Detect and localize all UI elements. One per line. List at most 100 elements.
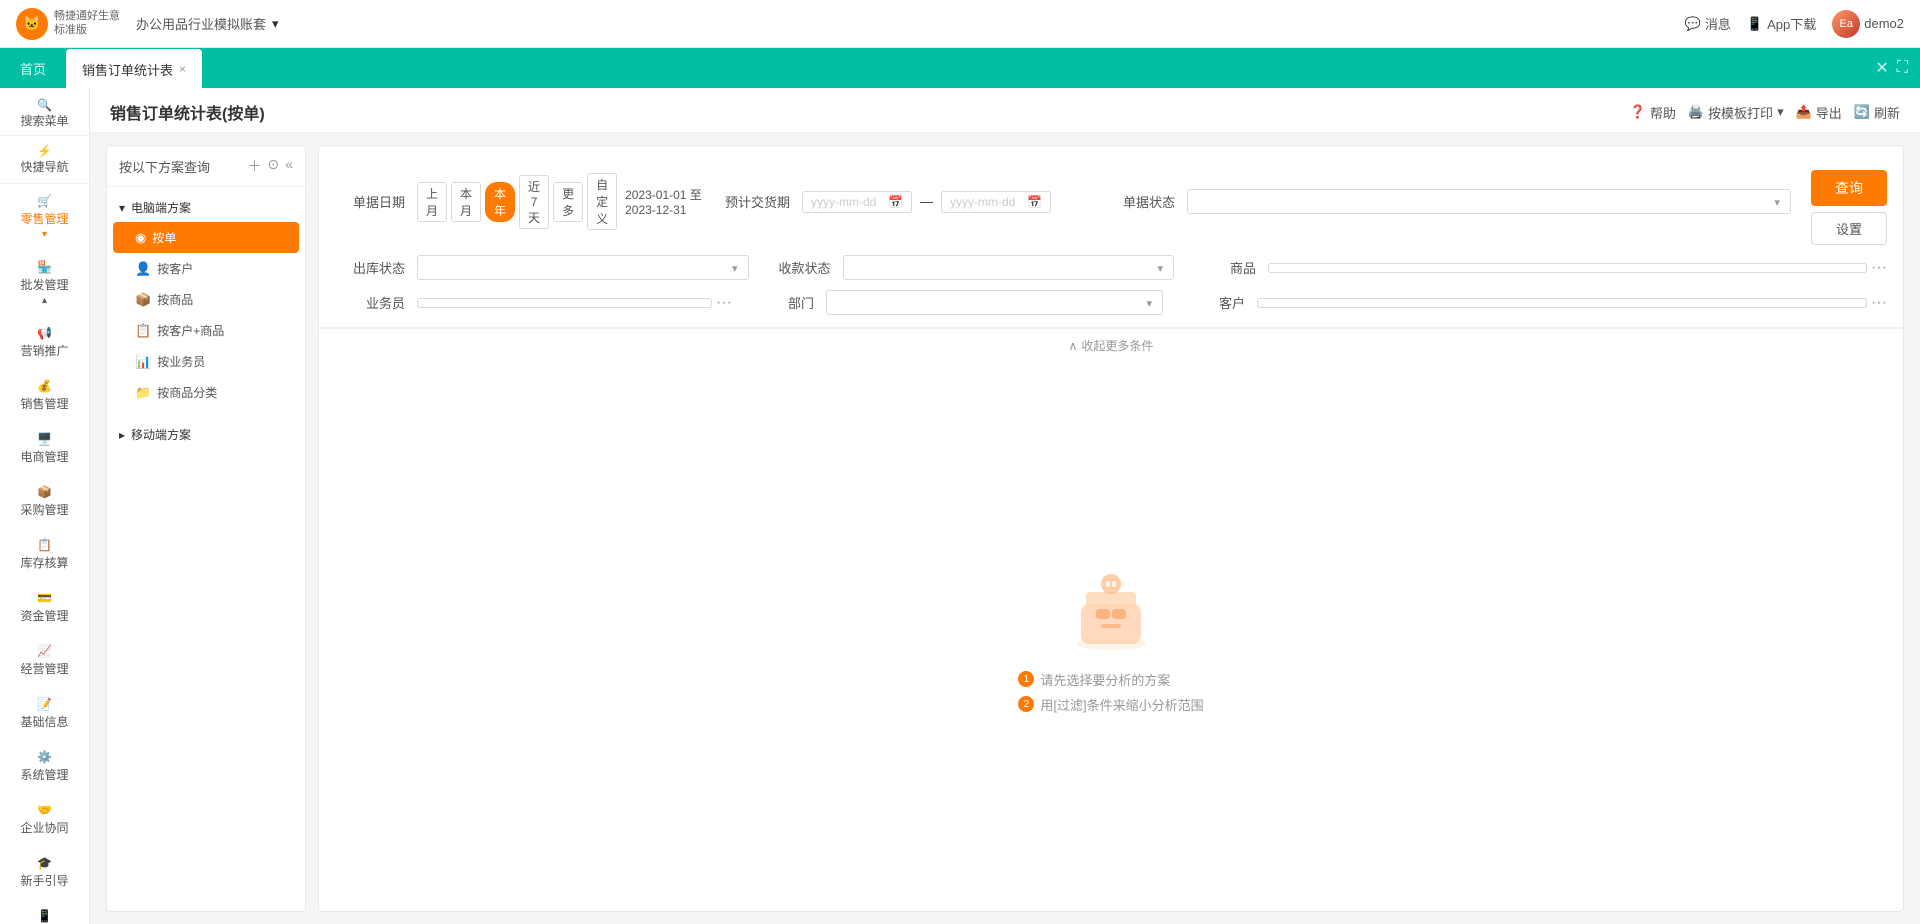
logo-text: 畅捷通好生意 标准版 — [54, 10, 120, 36]
sidebar-item-basicinfo[interactable]: 📝 基础信息 — [0, 687, 89, 740]
sidebar-item-appcenter[interactable]: 📱 应用中心 — [0, 899, 89, 924]
doc-status-select[interactable] — [1187, 189, 1791, 214]
scheme-item-by-category[interactable]: 📁 按商品分类 — [107, 377, 305, 408]
logo: 🐱 畅捷通好生意 标准版 — [16, 8, 120, 40]
scheme-group-desktop-title[interactable]: ▾ 电脑端方案 — [107, 193, 305, 222]
add-scheme-btn[interactable]: ＋ — [247, 156, 261, 176]
system-icon: ⚙️ — [37, 750, 52, 764]
sales-icon: 💰 — [37, 379, 52, 393]
sidebar-item-enterprise[interactable]: 🤝 企业协同 — [0, 793, 89, 846]
sidebar-item-ecommerce[interactable]: 🖥️ 电商管理 — [0, 422, 89, 475]
salesperson-control: ··· — [417, 294, 732, 312]
expected-date-end[interactable]: yyyy-mm-dd 📅 — [941, 191, 1051, 213]
enterprise-icon: 🤝 — [37, 803, 52, 817]
query-btn[interactable]: 查询 — [1811, 170, 1887, 206]
industry-title[interactable]: 办公用品行业模拟账套 ▾ — [136, 14, 1685, 33]
help-icon: ❓ — [1630, 104, 1646, 120]
dept-select[interactable] — [826, 290, 1163, 315]
content-area: 按以下方案查询 ＋ ⊙ « ▾ 电脑端方案 ◉ — [90, 133, 1920, 924]
page-actions: ❓ 帮助 🖨️ 按模板打印 ▾ 📤 导出 🔄 刷新 — [1630, 103, 1900, 122]
tab-home[interactable]: 首页 — [0, 48, 66, 88]
retail-icon: 🛒 — [37, 194, 52, 208]
retail-arrow: ▾ — [42, 229, 47, 240]
user-btn[interactable]: Ea demo2 — [1832, 10, 1904, 38]
scheme-group-mobile-title[interactable]: ▸ 移动端方案 — [107, 420, 305, 449]
category-scheme-icon: 📁 — [135, 385, 151, 401]
sidebar-item-sales[interactable]: 💰 销售管理 — [0, 369, 89, 422]
payment-label: 收款状态 — [761, 258, 831, 277]
empty-hint-1: 1 请先选择要分析的方案 — [1018, 670, 1203, 689]
filter-panel: 单据日期 上月 本月 本年 近7天 更多 自定义 — [318, 145, 1904, 912]
payment-select[interactable] — [843, 255, 1175, 280]
sidebar-item-marketing[interactable]: 📢 营销推广 — [0, 316, 89, 369]
goods-control: ··· — [1268, 259, 1887, 277]
filter-row-2: 出库状态 收款状态 商品 — [335, 255, 1887, 280]
scheme-item-by-order[interactable]: ◉ 按单 — [113, 222, 299, 253]
edit-scheme-btn[interactable]: ⊙ — [267, 156, 279, 176]
scheme-item-by-salesperson[interactable]: 📊 按业务员 — [107, 346, 305, 377]
dept-label: 部门 — [744, 293, 814, 312]
this-year-btn[interactable]: 本年 — [485, 182, 515, 222]
mobile-icon: 📱 — [1747, 16, 1763, 32]
content-inner: 按以下方案查询 ＋ ⊙ « ▾ 电脑端方案 ◉ — [106, 145, 1904, 912]
message-btn[interactable]: 💬 消息 — [1685, 14, 1731, 33]
sidebar-item-system[interactable]: ⚙️ 系统管理 — [0, 740, 89, 793]
appcenter-icon: 📱 — [37, 909, 52, 923]
dropdown-icon: ▾ — [272, 16, 279, 32]
salesperson-dots-btn[interactable]: ··· — [716, 294, 732, 312]
sidebar-item-finance[interactable]: 💳 资金管理 — [0, 581, 89, 634]
filter-row-3: 业务员 ··· 部门 — [335, 290, 1887, 315]
doc-status-label: 单据状态 — [1105, 192, 1175, 211]
settings-btn[interactable]: 设置 — [1811, 212, 1887, 245]
customer-control: ··· — [1257, 294, 1887, 312]
expected-date-start[interactable]: yyyy-mm-dd 📅 — [802, 191, 912, 213]
template-print-btn[interactable]: 🖨️ 按模板打印 ▾ — [1688, 103, 1784, 122]
tab-active[interactable]: 销售订单统计表 × — [66, 49, 202, 89]
this-month-btn[interactable]: 本月 — [451, 182, 481, 222]
scheme-item-by-customer-goods[interactable]: 📋 按客户+商品 — [107, 315, 305, 346]
ecommerce-icon: 🖥️ — [37, 432, 52, 446]
sidebar-item-retail[interactable]: 🛒 零售管理 ▾ — [0, 184, 89, 250]
scheme-header: 按以下方案查询 ＋ ⊙ « — [107, 146, 305, 187]
customer-select[interactable] — [1257, 298, 1867, 308]
more-btn[interactable]: 更多 — [553, 182, 583, 222]
sidebar-item-operations[interactable]: 📈 经营管理 — [0, 634, 89, 687]
dept-chevron — [1146, 295, 1152, 310]
collapse-btn[interactable]: ∧ 收起更多条件 — [1069, 337, 1154, 354]
app-download-btn[interactable]: 📱 App下载 — [1747, 14, 1816, 33]
scheme-item-by-customer[interactable]: 👤 按客户 — [107, 253, 305, 284]
tab-close-btn[interactable]: × — [179, 62, 186, 76]
customer-scheme-icon: 👤 — [135, 261, 151, 277]
empty-svg — [1051, 554, 1171, 654]
collapse-scheme-btn[interactable]: « — [285, 156, 293, 176]
sidebar-search[interactable]: 🔍 搜索菜单 — [0, 88, 89, 136]
sidebar-item-inventory[interactable]: 📋 库存核算 — [0, 528, 89, 581]
scheme-group-mobile: ▸ 移动端方案 — [107, 414, 305, 455]
help-btn[interactable]: ❓ 帮助 — [1630, 103, 1676, 122]
sidebar-item-purchase[interactable]: 📦 采购管理 — [0, 475, 89, 528]
doc-status-chevron — [1774, 194, 1780, 209]
salesperson-scheme-icon: 📊 — [135, 354, 151, 370]
shipment-select[interactable] — [417, 255, 749, 280]
last7days-btn[interactable]: 近7天 — [519, 175, 549, 229]
sidebar-item-newbie[interactable]: 🎓 新手引导 — [0, 846, 89, 899]
sidebar-item-wholesale[interactable]: 🏪 批发管理 ▴ — [0, 250, 89, 316]
custom-btn[interactable]: 自定义 — [587, 173, 617, 230]
salesperson-select[interactable] — [417, 298, 712, 308]
customer-dots-btn[interactable]: ··· — [1871, 294, 1887, 312]
sidebar-quicknav[interactable]: ⚡ 快捷导航 — [0, 136, 89, 184]
maximize-btn[interactable]: ⛶ — [1897, 59, 1908, 77]
goods-select[interactable] — [1268, 263, 1867, 273]
goods-dots-btn[interactable]: ··· — [1871, 259, 1887, 277]
minimize-btn[interactable]: ✕ — [1875, 58, 1888, 78]
basicinfo-icon: 📝 — [37, 697, 52, 711]
last-month-btn[interactable]: 上月 — [417, 182, 447, 222]
page-title: 销售订单统计表(按单) — [110, 100, 265, 124]
customer-label: 客户 — [1175, 293, 1245, 312]
export-btn[interactable]: 📤 导出 — [1796, 103, 1842, 122]
refresh-btn[interactable]: 🔄 刷新 — [1854, 103, 1900, 122]
scheme-header-actions: ＋ ⊙ « — [247, 156, 293, 176]
tabbar-actions: ✕ ⛶ — [1875, 58, 1920, 78]
scheme-item-by-goods[interactable]: 📦 按商品 — [107, 284, 305, 315]
chevron-down-icon: ▾ — [119, 201, 125, 215]
